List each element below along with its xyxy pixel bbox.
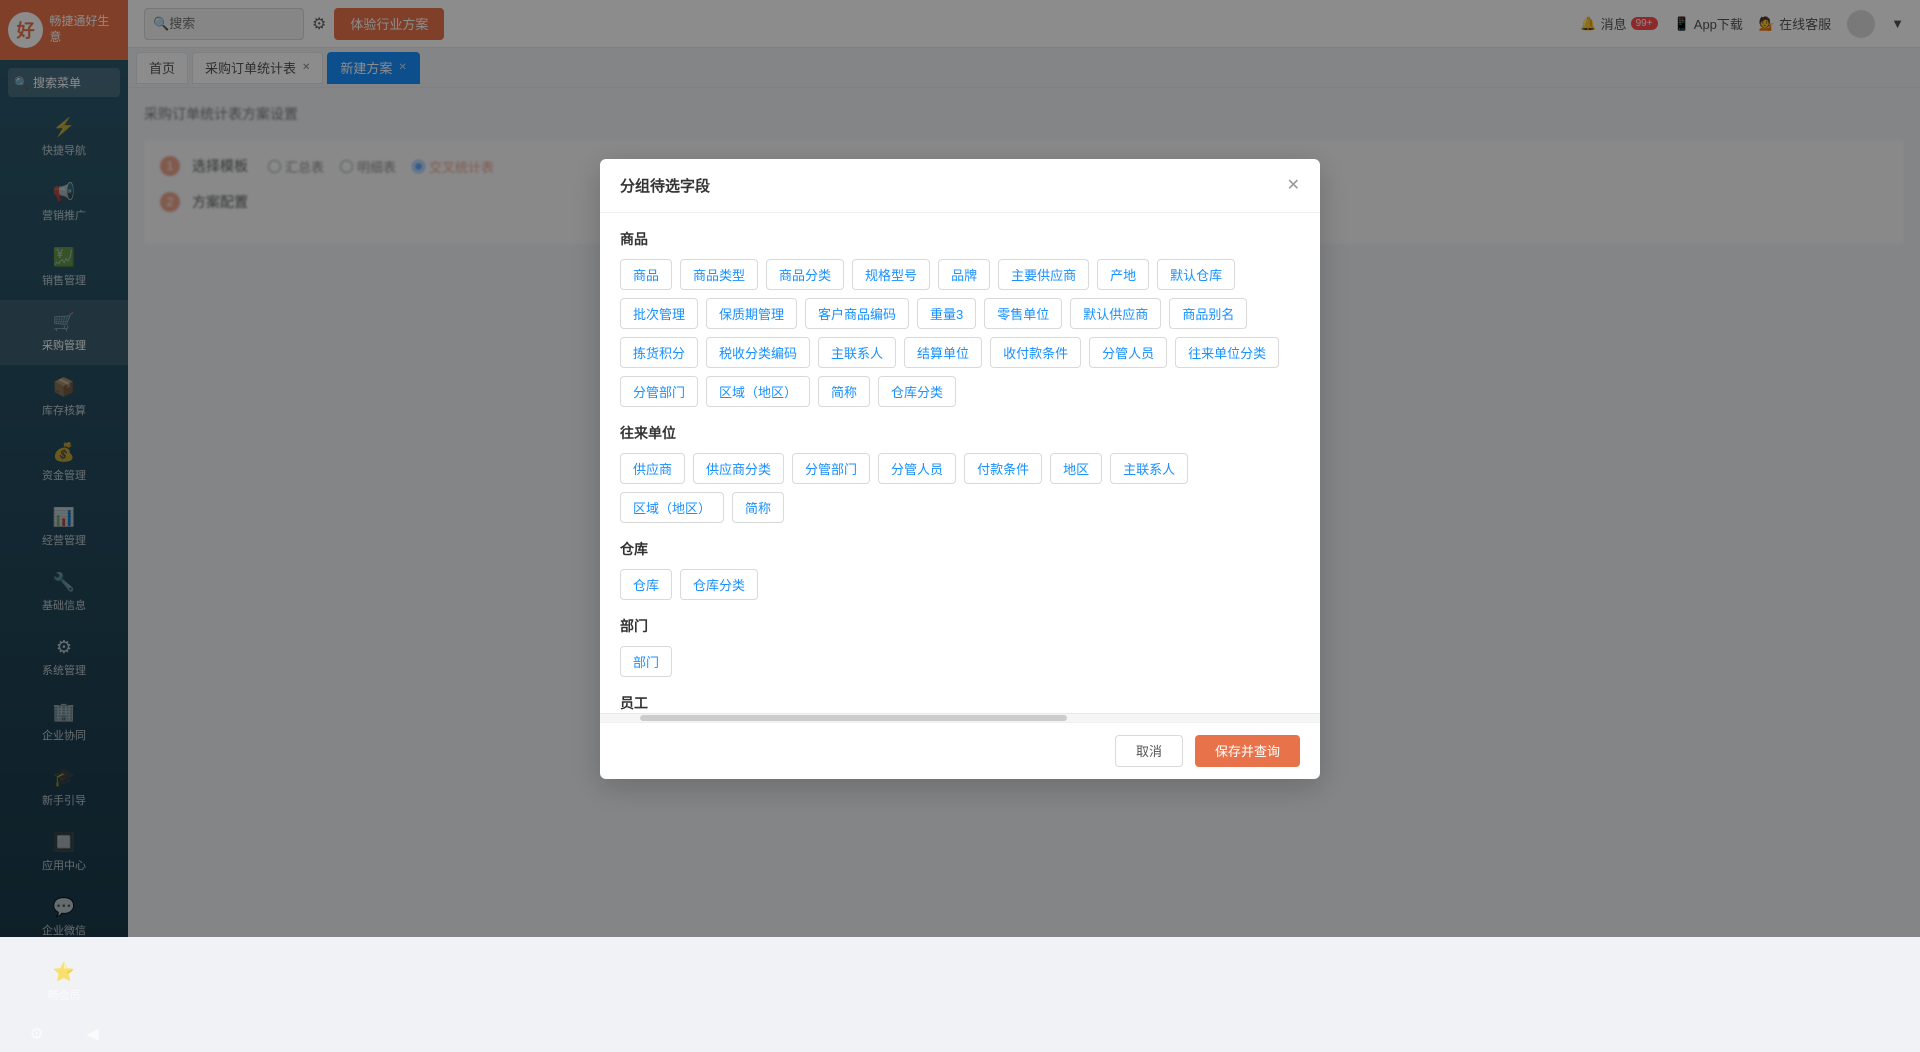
field-tag-shangpinfenlei[interactable]: 商品分类 [766, 259, 844, 290]
settings-bottom-icon[interactable]: ⚙ [29, 1024, 43, 1044]
field-tag-wanglaifenlei[interactable]: 往来单位分类 [1175, 337, 1279, 368]
field-tag-cangkufenlei[interactable]: 仓库分类 [680, 569, 758, 600]
field-tag-lingshoudanwei[interactable]: 零售单位 [984, 298, 1062, 329]
field-tag-gongyingshang[interactable]: 供应商 [620, 453, 685, 484]
field-tag-piciciguanli[interactable]: 批次管理 [620, 298, 698, 329]
field-tag-shangpinleixing[interactable]: 商品类型 [680, 259, 758, 290]
field-tag-fenguanrenyuan[interactable]: 分管人员 [1089, 337, 1167, 368]
modal-close-button[interactable]: ✕ [1287, 175, 1300, 195]
field-tag-quyu-product[interactable]: 区域（地区） [706, 376, 810, 407]
field-tag-zhulianyiren-partner[interactable]: 主联系人 [1110, 453, 1188, 484]
field-tag-jiancheng-product[interactable]: 简称 [818, 376, 870, 407]
fields-grid-warehouse: 仓库 仓库分类 [620, 569, 1300, 600]
modal-hscroll-thumb[interactable] [640, 715, 1067, 721]
section-title-product: 商品 [620, 229, 1300, 249]
section-title-employee: 员工 [620, 693, 1300, 713]
field-tag-baozhi[interactable]: 保质期管理 [706, 298, 797, 329]
field-tag-pinpai[interactable]: 品牌 [938, 259, 990, 290]
fields-grid-product: 商品 商品类型 商品分类 规格型号 品牌 主要供应商 产地 默认仓库 批次管理 … [620, 259, 1300, 407]
collapse-icon[interactable]: ◀ [86, 1024, 98, 1044]
field-tag-fukuantiaojian[interactable]: 付款条件 [964, 453, 1042, 484]
field-select-modal: 分组待选字段 ✕ 商品 商品 商品类型 商品分类 规格型号 品牌 主要供应商 产… [600, 159, 1320, 779]
field-tag-bumen[interactable]: 部门 [620, 646, 672, 677]
sidebar-bottom: ⚙ ◀ [0, 1015, 128, 1052]
huiyuan-icon: ⭐ [53, 962, 75, 983]
field-tag-jianhuojifen[interactable]: 拣货积分 [620, 337, 698, 368]
section-title-partner: 往来单位 [620, 423, 1300, 443]
field-tag-fenguanrenyuan-partner[interactable]: 分管人员 [878, 453, 956, 484]
field-tag-cangkufenlei-product[interactable]: 仓库分类 [878, 376, 956, 407]
modal-body: 商品 商品 商品类型 商品分类 规格型号 品牌 主要供应商 产地 默认仓库 批次… [600, 213, 1320, 713]
save-query-button[interactable]: 保存并查询 [1195, 735, 1300, 767]
field-tag-morengongyingshang[interactable]: 默认供应商 [1070, 298, 1161, 329]
field-tag-jiesuandanwei[interactable]: 结算单位 [904, 337, 982, 368]
field-tag-fenguanbumen-partner[interactable]: 分管部门 [792, 453, 870, 484]
sidebar-item-huiyuan[interactable]: ⭐ 畅会员 [0, 950, 128, 1015]
cancel-button[interactable]: 取消 [1115, 735, 1183, 767]
field-tag-quyu-partner[interactable]: 区域（地区） [620, 492, 724, 523]
modal-footer: 取消 保存并查询 [600, 722, 1320, 779]
field-tag-guigexinghao[interactable]: 规格型号 [852, 259, 930, 290]
modal-overlay: 分组待选字段 ✕ 商品 商品 商品类型 商品分类 规格型号 品牌 主要供应商 产… [0, 0, 1920, 937]
field-tag-cangku[interactable]: 仓库 [620, 569, 672, 600]
section-title-warehouse: 仓库 [620, 539, 1300, 559]
field-tag-shoufukuantiaojian[interactable]: 收付款条件 [990, 337, 1081, 368]
field-tag-jiancheng-partner[interactable]: 简称 [732, 492, 784, 523]
field-tag-shuishoufenlei[interactable]: 税收分类编码 [706, 337, 810, 368]
fields-grid-dept: 部门 [620, 646, 1300, 677]
field-tag-zhongliang3[interactable]: 重量3 [917, 298, 976, 329]
field-tag-zhuyaogongyingshang[interactable]: 主要供应商 [998, 259, 1089, 290]
field-tag-chandi[interactable]: 产地 [1097, 259, 1149, 290]
field-tag-fenguanbumon[interactable]: 分管部门 [620, 376, 698, 407]
sidebar-label-huiyuan: 畅会员 [48, 987, 81, 1003]
field-tag-shangpinbiehao[interactable]: 商品别名 [1169, 298, 1247, 329]
field-tag-shangpin[interactable]: 商品 [620, 259, 672, 290]
modal-header: 分组待选字段 ✕ [600, 159, 1320, 213]
modal-horizontal-scrollbar[interactable] [600, 713, 1320, 722]
field-tag-gongyingshangfenlei[interactable]: 供应商分类 [693, 453, 784, 484]
field-tag-kehushangpinbianma[interactable]: 客户商品编码 [805, 298, 909, 329]
field-tag-morencangku[interactable]: 默认仓库 [1157, 259, 1235, 290]
fields-grid-partner: 供应商 供应商分类 分管部门 分管人员 付款条件 地区 主联系人 区域（地区） … [620, 453, 1300, 523]
section-title-dept: 部门 [620, 616, 1300, 636]
field-tag-diqu[interactable]: 地区 [1050, 453, 1102, 484]
modal-title: 分组待选字段 [620, 175, 710, 196]
field-tag-zhulianyiren[interactable]: 主联系人 [818, 337, 896, 368]
